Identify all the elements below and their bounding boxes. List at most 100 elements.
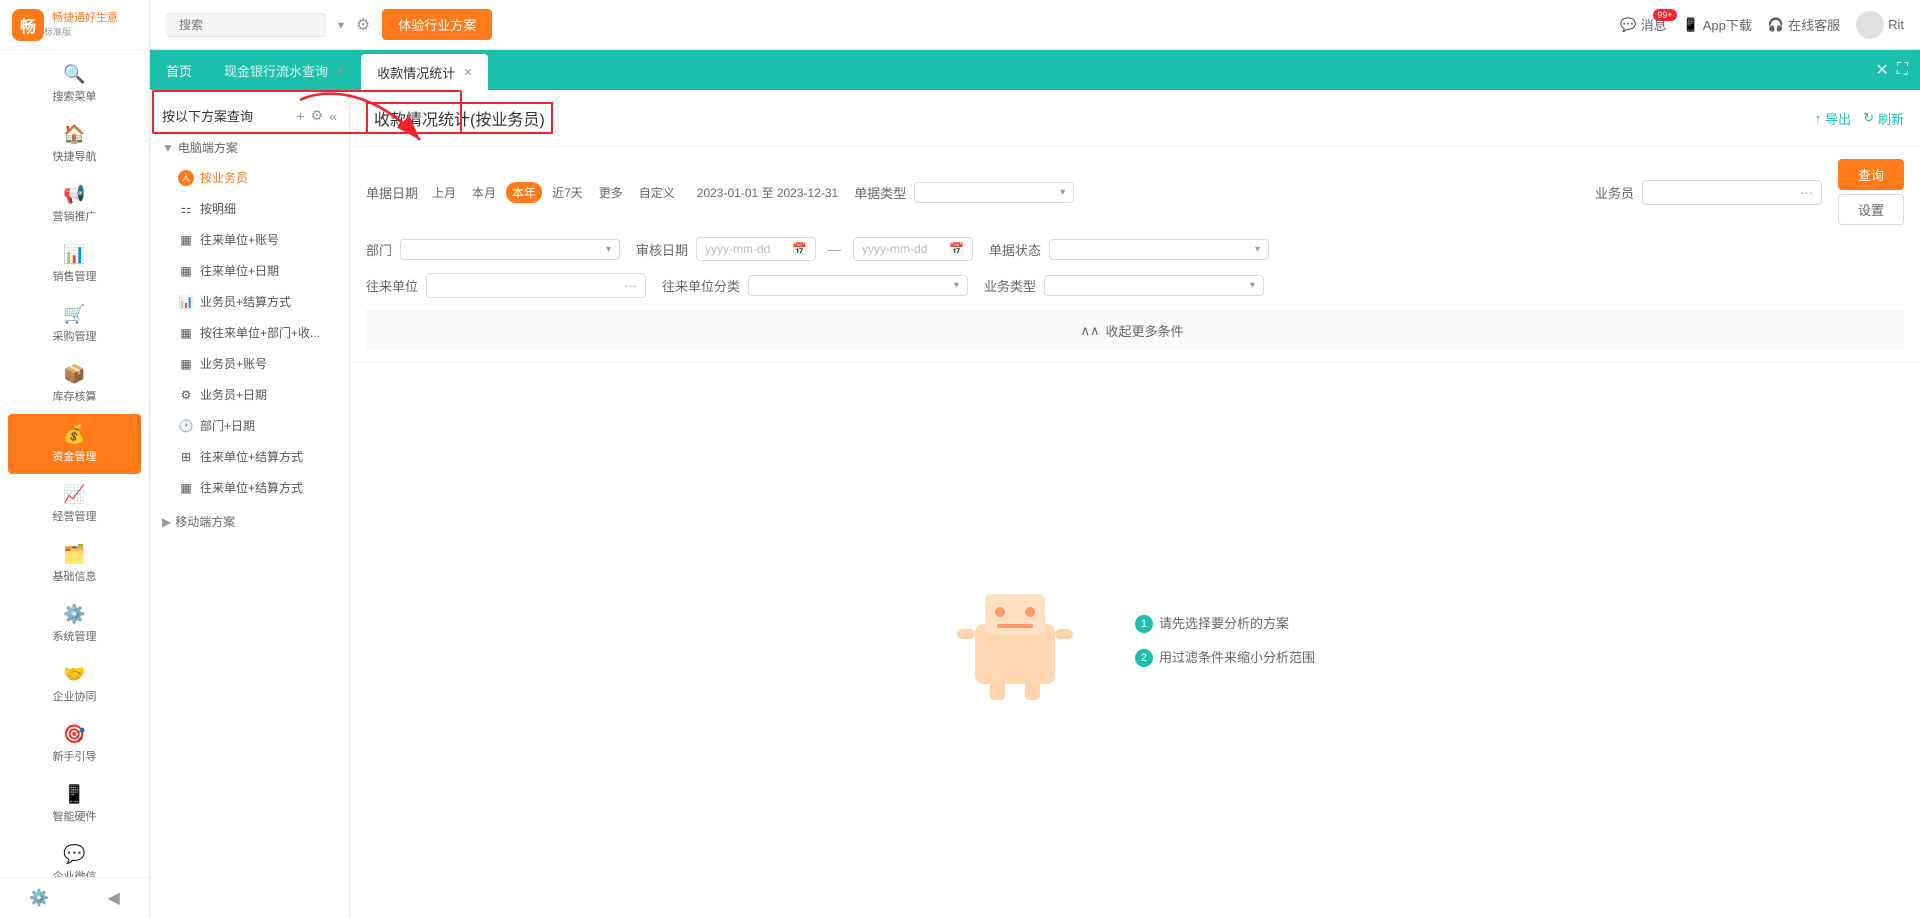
- date-filter-item: 单据日期 上月 本月 本年 近7天 更多 自定义 2023-01-01 至 20…: [366, 182, 838, 203]
- date-range-display: 2023-01-01 至 2023-12-31: [697, 184, 838, 201]
- mobile-expand-arrow-icon: ▶: [162, 515, 171, 529]
- tab-home[interactable]: 首页: [150, 50, 208, 90]
- tab-collection[interactable]: 收款情况统计 ✕: [361, 54, 488, 90]
- tab-bankflow-close-icon[interactable]: ✕: [336, 64, 345, 77]
- empty-state-area: 1 请先选择要分析的方案 2 用过滤条件来缩小分析范围: [350, 363, 1920, 918]
- sidebar-item-marketing[interactable]: 📢 营销推广: [0, 174, 149, 234]
- date-tab-last-month[interactable]: 上月: [426, 182, 462, 203]
- biz-type-arrow-icon: ▾: [1250, 280, 1255, 291]
- audit-date-start-input[interactable]: yyyy-mm-dd 📅: [696, 237, 816, 261]
- query-button[interactable]: 查询: [1838, 159, 1904, 190]
- settings-icon[interactable]: ⚙: [356, 15, 370, 35]
- app-download-label: App下载: [1703, 15, 1752, 34]
- sidebar-item-wechat[interactable]: 💬 企业微信: [0, 834, 149, 877]
- tip-text-1: 请先选择要分析的方案: [1159, 611, 1289, 637]
- biz-type-select[interactable]: ▾: [1044, 275, 1264, 296]
- tab-bankflow-label: 现金银行流水查询: [224, 61, 328, 80]
- sidebar-item-purchase[interactable]: 🛒 采购管理: [0, 294, 149, 354]
- sidebar-item-hardware[interactable]: 📱 智能硬件: [0, 774, 149, 834]
- sidebar-item-inventory[interactable]: 📦 库存核算: [0, 354, 149, 414]
- sidebar-item-operations[interactable]: 📈 经营管理: [0, 474, 149, 534]
- sidebar-item-search[interactable]: 🔍 搜索菜单: [0, 54, 149, 114]
- tree-item-partner-date-label: 往来单位+日期: [200, 262, 279, 279]
- tip-number-1: 1: [1135, 615, 1153, 633]
- doc-status-label: 单据状态: [989, 240, 1041, 259]
- tab-bankflow[interactable]: 现金银行流水查询 ✕: [208, 50, 361, 90]
- collapse-bar[interactable]: ∧∧ 收起更多条件: [366, 310, 1904, 350]
- empty-content: 1 请先选择要分析的方案 2 用过滤条件来缩小分析范围: [955, 574, 1315, 707]
- sidebar-item-quicknav[interactable]: 🏠 快捷导航: [0, 114, 149, 174]
- partner-more-btn[interactable]: ···: [624, 278, 637, 293]
- trial-button[interactable]: 体验行业方案: [382, 9, 492, 40]
- date-tab-more[interactable]: 更多: [593, 182, 629, 203]
- sidebar-label-system: 系统管理: [53, 628, 97, 644]
- tree-item-salesperson-date[interactable]: ⚙ 业务员+日期: [150, 379, 349, 410]
- date-tab-this-year[interactable]: 本年: [506, 182, 542, 203]
- tree-item-by-salesperson[interactable]: 人 按业务员: [150, 162, 349, 193]
- online-service-button[interactable]: 🎧 在线客服: [1768, 15, 1840, 34]
- sidebar-settings-btn[interactable]: ⚙️: [29, 888, 49, 908]
- partner-select[interactable]: ···: [426, 273, 646, 298]
- tree-group-mobile-label[interactable]: ▶ 移动端方案: [150, 507, 349, 536]
- logo-name: 畅捷通好生意: [52, 11, 118, 25]
- logo-icon: 畅: [12, 9, 44, 41]
- date-tab-7days[interactable]: 近7天: [546, 182, 589, 203]
- audit-date-end-input[interactable]: yyyy-mm-dd 📅: [853, 237, 973, 261]
- sidebar-collapse-btn[interactable]: ◀: [107, 888, 119, 908]
- tree-item-partner-settle2[interactable]: ▦ 往来单位+结算方式: [150, 472, 349, 503]
- salesperson-more-icon[interactable]: ···: [1800, 185, 1813, 200]
- sidebar-item-collab[interactable]: 🤝 企业协同: [0, 654, 149, 714]
- tree-item-salesperson-settle[interactable]: 📊 业务员+结算方式: [150, 286, 349, 317]
- biz-type-label: 业务类型: [984, 276, 1036, 295]
- dept-select[interactable]: ▾: [400, 239, 620, 260]
- logo-badge: 标准版: [44, 25, 118, 38]
- tree-group-desktop-label[interactable]: ▼ 电脑端方案: [150, 133, 349, 162]
- partner-category-select[interactable]: ▾: [748, 275, 968, 296]
- partner-filter-item: 往来单位 ···: [366, 273, 646, 298]
- tree-item-by-detail[interactable]: ⚏ 按明细: [150, 193, 349, 224]
- left-panel: 按以下方案查询 + ⚙ « ▼ 电脑端方案 人 按业务员 ⚏ 按: [150, 90, 350, 918]
- audit-date-start-placeholder: yyyy-mm-dd: [705, 242, 770, 256]
- sidebar-label-guide: 新手引导: [53, 748, 97, 764]
- date-tab-this-month[interactable]: 本月: [466, 182, 502, 203]
- message-button[interactable]: 💬 消息 99+: [1620, 15, 1666, 34]
- sidebar-nav: 🔍 搜索菜单 🏠 快捷导航 📢 营销推广 📊 销售管理 🛒 采购管理 📦 库存核…: [0, 50, 149, 877]
- panel-collapse-icon[interactable]: «: [329, 108, 337, 124]
- tree-item-partner-dept-collect[interactable]: ▦ 按往来单位+部门+收...: [150, 317, 349, 348]
- export-button[interactable]: ↑ 导出: [1815, 109, 1852, 128]
- date-tab-custom[interactable]: 自定义: [633, 182, 681, 203]
- sidebar-logo: 畅 畅捷通好生意 标准版: [0, 0, 149, 50]
- doc-status-select[interactable]: ▾: [1049, 239, 1269, 260]
- app-download-button[interactable]: 📱 App下载: [1683, 15, 1752, 34]
- search-input[interactable]: [166, 13, 326, 37]
- scheme-settings-icon[interactable]: ⚙: [311, 107, 324, 124]
- tree-item-salesperson-account[interactable]: ▦ 业务员+账号: [150, 348, 349, 379]
- maximize-button[interactable]: ⛶: [1897, 61, 1908, 79]
- sidebar-item-guide[interactable]: 🎯 新手引导: [0, 714, 149, 774]
- sidebar-item-sales[interactable]: 📊 销售管理: [0, 234, 149, 294]
- add-scheme-icon[interactable]: +: [296, 108, 304, 124]
- tree-item-partner-date[interactable]: ▦ 往来单位+日期: [150, 255, 349, 286]
- dropdown-arrow-icon[interactable]: ▾: [338, 18, 344, 32]
- tree-item-partner-settle1[interactable]: ⊞ 往来单位+结算方式: [150, 441, 349, 472]
- calendar-end-icon: 📅: [949, 242, 964, 256]
- partner-settle1-icon: ⊞: [178, 449, 194, 465]
- sidebar-item-basic[interactable]: 🗂️ 基础信息: [0, 534, 149, 594]
- date-label: 单据日期: [366, 183, 418, 202]
- sidebar-item-system[interactable]: ⚙️ 系统管理: [0, 594, 149, 654]
- robot-illustration: [955, 574, 1075, 704]
- tree-item-dept-date[interactable]: 🕐 部门+日期: [150, 410, 349, 441]
- topbar-right: 💬 消息 99+ 📱 App下载 🎧 在线客服 Rit: [1620, 11, 1904, 39]
- app-download-icon: 📱: [1683, 17, 1699, 33]
- calendar-icon: 📅: [792, 242, 807, 256]
- salesperson-select[interactable]: ···: [1642, 180, 1822, 205]
- user-menu-button[interactable]: Rit: [1856, 11, 1904, 39]
- close-window-button[interactable]: ✕: [1875, 60, 1888, 80]
- filter-setting-button[interactable]: 设置: [1838, 194, 1904, 225]
- sidebar-item-finance[interactable]: 💰 资金管理: [8, 414, 141, 474]
- refresh-button[interactable]: ↻ 刷新: [1863, 109, 1904, 128]
- tab-collection-close-icon[interactable]: ✕: [463, 66, 472, 79]
- doc-type-select[interactable]: ▾: [914, 182, 1074, 203]
- tree-item-partner-account[interactable]: ▦ 往来单位+账号: [150, 224, 349, 255]
- page-actions: ↑ 导出 ↻ 刷新: [1815, 109, 1904, 128]
